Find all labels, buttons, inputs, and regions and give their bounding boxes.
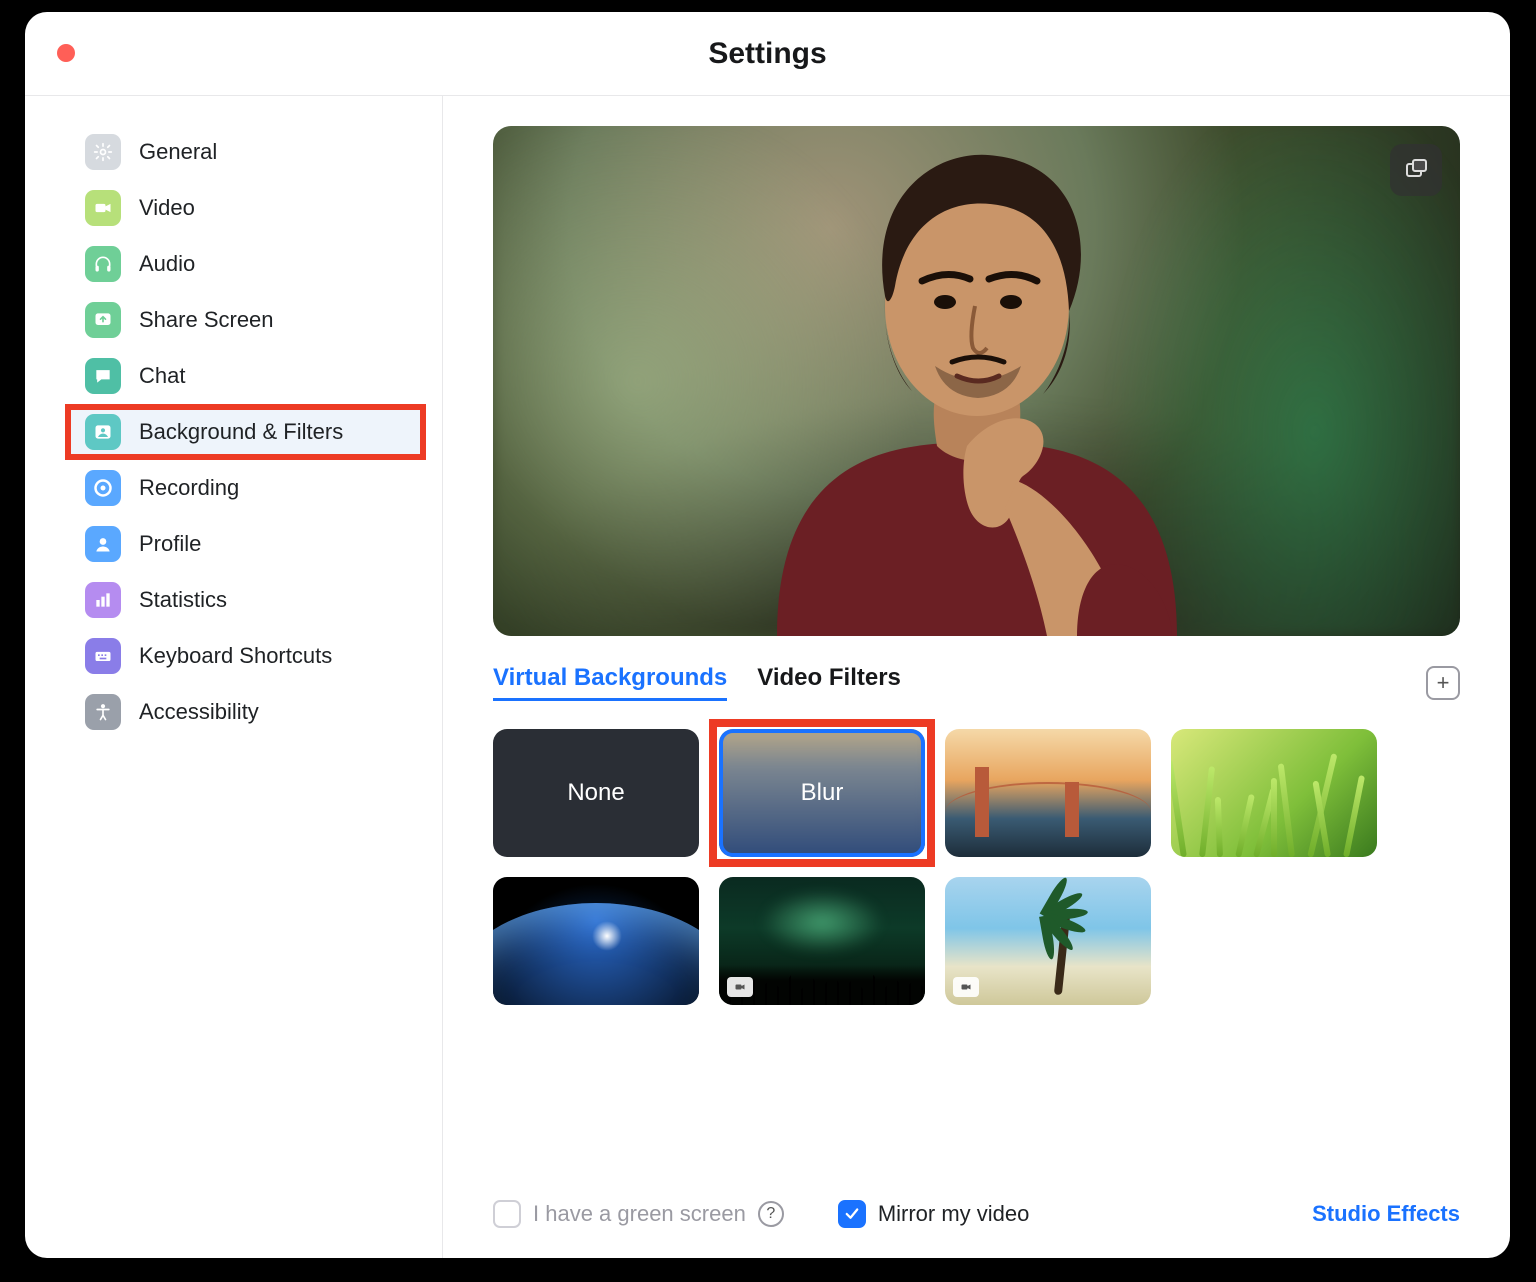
sidebar-item-background-filters[interactable]: Background & Filters: [65, 404, 426, 460]
green-screen-help-button[interactable]: ?: [758, 1201, 784, 1227]
tab-video-filters[interactable]: Video Filters: [757, 664, 901, 701]
tab-virtual-backgrounds[interactable]: Virtual Backgrounds: [493, 664, 727, 701]
mirror-video-checkbox[interactable]: [838, 1200, 866, 1228]
sidebar-item-share-screen[interactable]: Share Screen: [65, 292, 426, 348]
sidebar-item-label: Audio: [139, 251, 195, 277]
sidebar-item-video[interactable]: Video: [65, 180, 426, 236]
background-option-aurora[interactable]: [719, 877, 925, 1005]
background-option-beach[interactable]: [945, 877, 1151, 1005]
background-option-bridge[interactable]: [945, 729, 1151, 857]
backgrounds-grid: NoneBlur: [493, 729, 1460, 1005]
sidebar-item-statistics[interactable]: Statistics: [65, 572, 426, 628]
video-icon: [85, 190, 121, 226]
background-icon: [85, 414, 121, 450]
footer-row: I have a green screen ? Mirror my video …: [493, 1160, 1460, 1228]
background-option-earth[interactable]: [493, 877, 699, 1005]
plus-icon: +: [1437, 670, 1450, 696]
studio-effects-link[interactable]: Studio Effects: [1312, 1201, 1460, 1227]
sidebar-item-label: Profile: [139, 531, 201, 557]
sidebar-item-label: Video: [139, 195, 195, 221]
keyboard-icon: [85, 638, 121, 674]
green-screen-checkbox[interactable]: [493, 1200, 521, 1228]
tabs-row: Virtual Backgrounds Video Filters +: [493, 664, 1460, 701]
sidebar-item-general[interactable]: General: [65, 124, 426, 180]
sidebar-item-recording[interactable]: Recording: [65, 460, 426, 516]
share-screen-icon: [85, 302, 121, 338]
window-title: Settings: [25, 37, 1510, 71]
add-background-button[interactable]: +: [1426, 666, 1460, 700]
video-preview: [493, 126, 1460, 636]
sidebar-item-chat[interactable]: Chat: [65, 348, 426, 404]
sidebar-item-keyboard-shortcuts[interactable]: Keyboard Shortcuts: [65, 628, 426, 684]
sidebar-item-label: Keyboard Shortcuts: [139, 643, 332, 669]
headphones-icon: [85, 246, 121, 282]
highlight-annotation: [709, 719, 935, 867]
content-pane: Virtual Backgrounds Video Filters + NoneB…: [443, 96, 1510, 1258]
background-option-grass[interactable]: [1171, 729, 1377, 857]
statistics-icon: [85, 582, 121, 618]
check-icon: [843, 1205, 861, 1223]
sidebar-item-profile[interactable]: Profile: [65, 516, 426, 572]
sidebar-item-label: Recording: [139, 475, 239, 501]
recording-icon: [85, 470, 121, 506]
titlebar: Settings: [25, 12, 1510, 96]
window-close-button[interactable]: [57, 44, 75, 62]
chat-icon: [85, 358, 121, 394]
preview-person: [717, 136, 1237, 636]
accessibility-icon: [85, 694, 121, 730]
video-badge-icon: [727, 977, 753, 997]
sidebar-item-label: Accessibility: [139, 699, 259, 725]
sidebar-item-label: General: [139, 139, 217, 165]
profile-icon: [85, 526, 121, 562]
sidebar-item-audio[interactable]: Audio: [65, 236, 426, 292]
mirror-video-label: Mirror my video: [878, 1201, 1030, 1227]
sidebar-item-label: Chat: [139, 363, 185, 389]
background-option-label: None: [567, 779, 624, 807]
popout-icon: [1404, 158, 1428, 182]
gear-icon: [85, 134, 121, 170]
settings-window: Settings General Video Audio Share Screen Ch…: [25, 12, 1510, 1258]
sidebar-item-label: Background & Filters: [139, 419, 343, 445]
green-screen-label: I have a green screen: [533, 1201, 746, 1227]
sidebar-item-label: Share Screen: [139, 307, 274, 333]
sidebar-item-label: Statistics: [139, 587, 227, 613]
video-badge-icon: [953, 977, 979, 997]
sidebar: General Video Audio Share Screen Chat Backgro…: [25, 96, 443, 1258]
background-option-none[interactable]: None: [493, 729, 699, 857]
popout-preview-button[interactable]: [1390, 144, 1442, 196]
sidebar-item-accessibility[interactable]: Accessibility: [65, 684, 426, 740]
